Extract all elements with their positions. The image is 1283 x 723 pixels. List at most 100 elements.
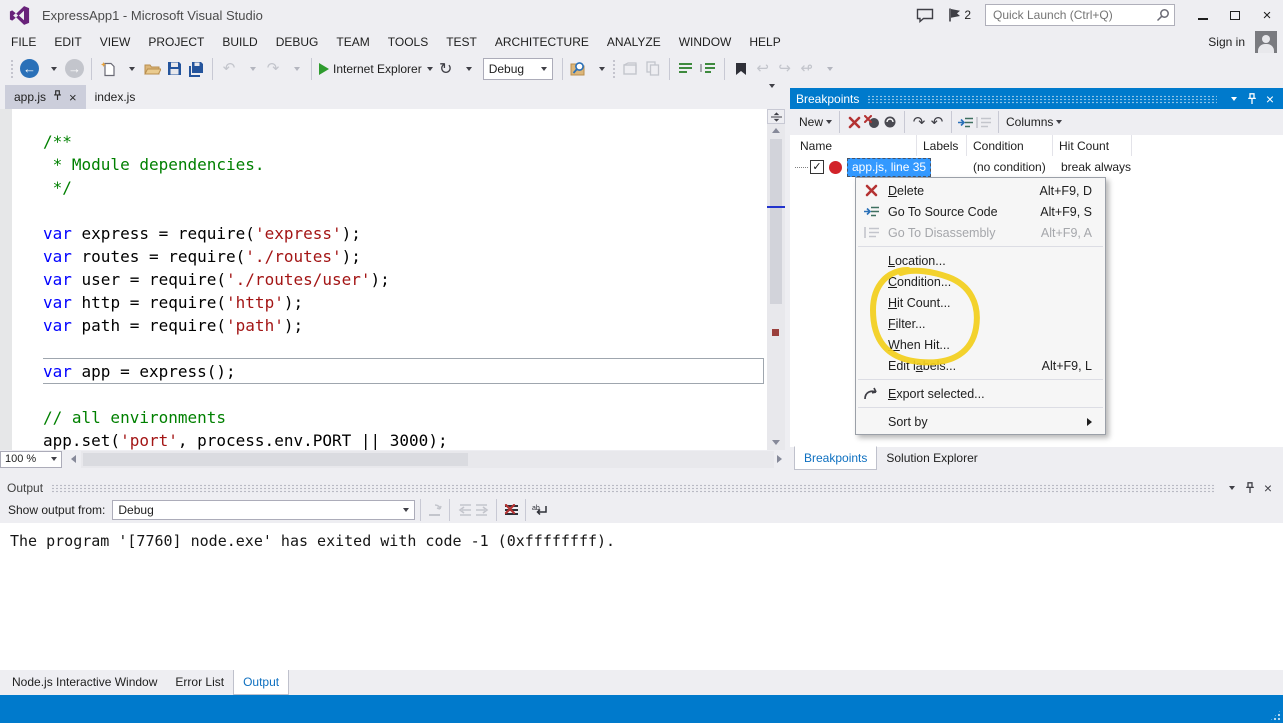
panel-tab-breakpoints[interactable]: Breakpoints (794, 446, 877, 470)
scroll-down-arrow[interactable] (772, 440, 780, 445)
scrollbar-thumb[interactable] (770, 139, 782, 304)
find-in-files-button[interactable] (568, 57, 590, 81)
menu-file[interactable]: FILE (2, 31, 45, 53)
editor-tab-app-js[interactable]: app.js× (5, 85, 86, 109)
quick-launch-input[interactable] (993, 8, 1156, 22)
bottom-tab-node-js-interactive-window[interactable]: Node.js Interactive Window (3, 670, 166, 695)
menu-architecture[interactable]: ARCHITECTURE (486, 31, 598, 53)
panel-tab-solution-explorer[interactable]: Solution Explorer (877, 447, 986, 470)
pin-icon[interactable] (53, 90, 62, 104)
comment-selection-button[interactable] (675, 57, 697, 81)
column-header-condition[interactable]: Condition (967, 135, 1053, 156)
save-button[interactable] (163, 57, 185, 81)
menu-build[interactable]: BUILD (213, 31, 266, 53)
import-breakpoints-button[interactable]: ↶ (928, 113, 946, 131)
context-menu-item-filter[interactable]: Filter... (856, 313, 1105, 334)
output-source-combo[interactable]: Debug (112, 500, 415, 520)
context-menu-item-condition[interactable]: Condition... (856, 271, 1105, 292)
breakpoint-margin[interactable] (0, 109, 12, 450)
toggle-bookmark-button[interactable] (730, 57, 752, 81)
breakpoints-panel-header[interactable]: Breakpoints × (790, 88, 1283, 109)
save-all-button[interactable] (185, 57, 207, 81)
navigate-backward-button[interactable]: ← (18, 57, 41, 81)
window-position-dropdown[interactable] (1225, 90, 1243, 108)
scroll-right-arrow[interactable] (777, 455, 782, 463)
bottom-tab-error-list[interactable]: Error List (166, 670, 233, 695)
new-file-dropdown[interactable] (119, 57, 141, 81)
output-panel-header[interactable]: Output × (0, 478, 1283, 497)
context-menu-item-edit-labels[interactable]: Edit labels...Alt+F9, L (856, 355, 1105, 376)
toolbar-grip[interactable] (10, 59, 14, 79)
context-menu-item-hit-count[interactable]: Hit Count... (856, 292, 1105, 313)
breakpoint-row[interactable]: ✓ app.js, line 35 (no condition) break a… (790, 156, 1283, 178)
pin-button[interactable] (1241, 479, 1259, 497)
new-file-button[interactable] (97, 57, 119, 81)
notifications-flag[interactable]: 2 (948, 8, 971, 22)
menu-analyze[interactable]: ANALYZE (598, 31, 670, 53)
columns-button[interactable]: Columns (1004, 110, 1064, 134)
column-header-labels[interactable]: Labels (917, 135, 967, 156)
context-menu-item-export-selected[interactable]: Export selected... (856, 383, 1105, 404)
menu-edit[interactable]: EDIT (45, 31, 90, 53)
maximize-button[interactable] (1219, 1, 1251, 29)
refresh-button[interactable]: ↻ (435, 57, 457, 81)
editor-horizontal-scrollbar[interactable] (81, 451, 774, 468)
toggle-all-breakpoints-button[interactable] (881, 113, 899, 131)
scroll-left-arrow[interactable] (71, 455, 76, 463)
bookmark-overflow-dropdown[interactable] (818, 57, 840, 81)
code-editor[interactable]: /** * Module dependencies. */var express… (0, 109, 785, 450)
column-header-name[interactable]: Name (790, 135, 917, 156)
export-breakpoints-button[interactable]: ↷ (910, 113, 928, 131)
menu-project[interactable]: PROJECT (139, 31, 213, 53)
delete-breakpoint-button[interactable] (845, 113, 863, 131)
menu-team[interactable]: TEAM (327, 31, 378, 53)
refresh-dropdown[interactable] (457, 57, 479, 81)
close-panel-button[interactable]: × (1261, 90, 1279, 108)
close-panel-button[interactable]: × (1259, 479, 1277, 497)
bottom-tab-output[interactable]: Output (233, 670, 289, 695)
context-menu-item-go-to-source-code[interactable]: Go To Source CodeAlt+F9, S (856, 201, 1105, 222)
clear-all-button[interactable] (502, 501, 520, 519)
new-breakpoint-button[interactable]: New (797, 110, 834, 134)
menu-debug[interactable]: DEBUG (267, 31, 328, 53)
menu-window[interactable]: WINDOW (670, 31, 741, 53)
editor-split-handle[interactable] (767, 109, 785, 124)
context-menu-item-delete[interactable]: DeleteAlt+F9, D (856, 180, 1105, 201)
window-position-dropdown[interactable] (1223, 479, 1241, 497)
menu-view[interactable]: VIEW (91, 31, 140, 53)
close-button[interactable]: × (1251, 1, 1283, 29)
pin-button[interactable] (1243, 90, 1261, 108)
editor-tab-index-js[interactable]: index.js (86, 85, 145, 109)
close-tab-icon[interactable]: × (69, 91, 77, 104)
context-menu-item-when-hit[interactable]: When Hit... (856, 334, 1105, 355)
scroll-up-arrow[interactable] (772, 128, 780, 133)
open-file-button[interactable] (141, 57, 163, 81)
delete-all-breakpoints-button[interactable] (863, 113, 881, 131)
uncomment-selection-button[interactable] (697, 57, 719, 81)
code-area[interactable]: /** * Module dependencies. */var express… (43, 109, 765, 450)
go-to-source-button[interactable] (957, 113, 975, 131)
menu-tools[interactable]: TOOLS (379, 31, 437, 53)
toolbar-grip[interactable] (612, 59, 616, 79)
editor-vertical-scrollbar[interactable] (767, 109, 785, 450)
navigate-backward-dropdown[interactable] (41, 57, 63, 81)
sign-in-link[interactable]: Sign in (1208, 35, 1245, 49)
toggle-word-wrap-button[interactable]: ab (531, 501, 549, 519)
resize-grip[interactable] (1269, 709, 1282, 722)
solution-configuration-combo[interactable]: Debug (483, 58, 553, 80)
breakpoint-name[interactable]: app.js, line 35 (847, 158, 931, 177)
quick-launch-box[interactable] (985, 4, 1175, 26)
breakpoint-checkbox[interactable]: ✓ (810, 160, 824, 174)
column-header-hit-count[interactable]: Hit Count (1053, 135, 1132, 156)
scrollbar-thumb[interactable] (83, 453, 468, 466)
find-dropdown[interactable] (590, 57, 612, 81)
editor-zoom-combo[interactable]: 100 % (0, 451, 62, 468)
context-menu-item-location[interactable]: Location... (856, 250, 1105, 271)
start-debugging-button[interactable]: Internet Explorer (317, 57, 435, 81)
context-menu-item-sort-by[interactable]: Sort by (856, 411, 1105, 432)
menu-test[interactable]: TEST (437, 31, 486, 53)
output-console[interactable]: The program '[7760] node.exe' has exited… (0, 523, 1283, 670)
user-avatar-icon[interactable] (1255, 31, 1277, 53)
minimize-button[interactable] (1187, 1, 1219, 29)
menu-help[interactable]: HELP (740, 31, 789, 53)
